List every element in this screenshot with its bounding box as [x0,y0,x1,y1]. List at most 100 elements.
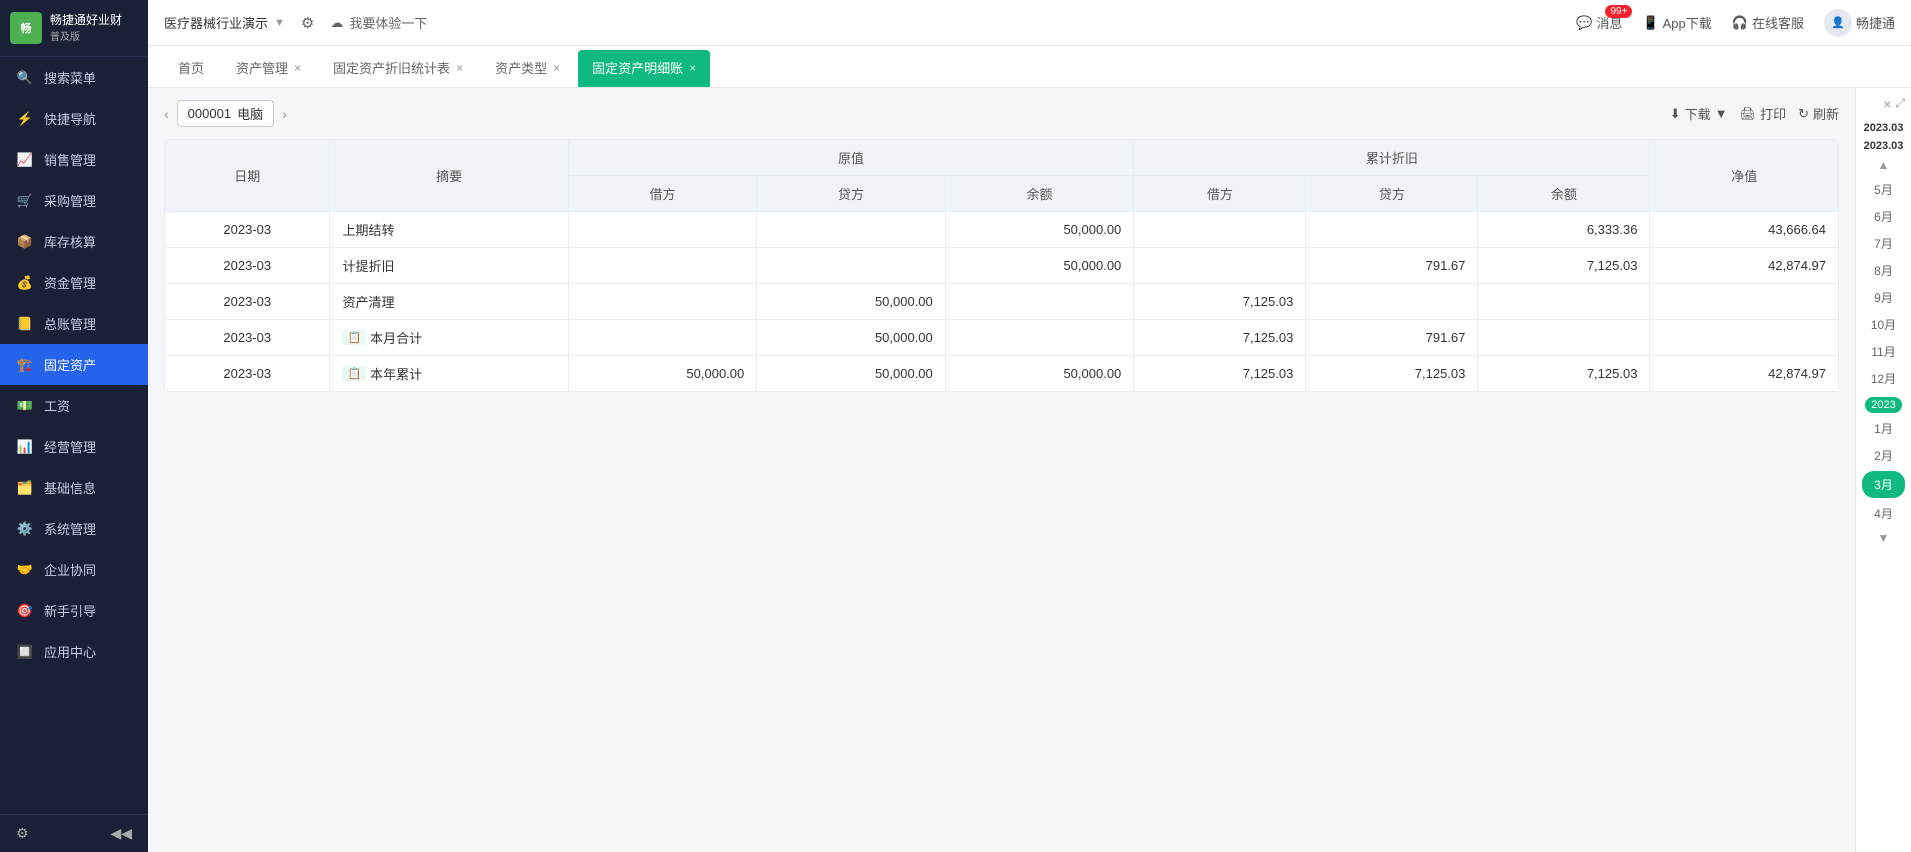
sidebar-item-operations[interactable]: 📊经营管理 [0,426,148,467]
sidebar-item-system[interactable]: ⚙️系统管理 [0,508,148,549]
logo-area: 畅 畅捷通好业财 普及版 [0,0,148,57]
year-2023-badge[interactable]: 2023 [1865,397,1901,413]
timeline-expand-btn[interactable]: ⤢ [1895,96,1905,112]
td-orig-balance: 50,000.00 [945,212,1134,248]
collapse-icon[interactable]: ◀◀ [110,825,132,842]
tab-home[interactable]: 首页 [164,50,218,87]
timeline-month-2023-2月[interactable]: 2月 [1856,442,1911,469]
app-download-btn[interactable]: 📱 App下载 [1642,13,1711,32]
settings-icon[interactable]: ⚙ [16,825,29,842]
table-row: 2023-03 上期结转 50,000.00 6,333.36 43,666.6… [165,212,1839,248]
sidebar-label-fixed_assets: 固定资产 [44,355,96,374]
tab-close-depreciation_stat[interactable]: × [456,61,463,75]
td-orig-balance [945,284,1134,320]
fixed_assets-icon: 🏗️ [16,356,34,374]
td-net-value: 42,874.97 [1650,356,1839,392]
app-download-icon: 📱 [1642,15,1658,31]
sidebar-item-collab[interactable]: 🤝企业协同 [0,549,148,590]
sidebar-item-basics[interactable]: 🗂️基础信息 [0,467,148,508]
tab-asset_detail[interactable]: 固定资产明细账× [578,50,710,87]
tab-depreciation_stat[interactable]: 固定资产折旧统计表× [319,50,477,87]
company-selector[interactable]: 医疗器械行业演示 ▼ [164,13,285,32]
timeline-month-2023-4月[interactable]: 4月 [1856,500,1911,527]
td-orig-credit [757,248,946,284]
user-area[interactable]: 👤 畅捷通 [1824,9,1895,37]
sidebar-item-inventory[interactable]: 📦库存核算 [0,221,148,262]
sidebar-item-fixed_assets[interactable]: 🏗️ 固定资产 [0,344,148,385]
timeline-month[interactable]: 9月 [1856,284,1911,311]
sidebar-item-app_center[interactable]: 🔲应用中心 [0,631,148,672]
asset-badge: 000001 电脑 [177,100,274,127]
prev-asset-btn[interactable]: ‹ [164,106,169,122]
sidebar-item-quick_nav[interactable]: ⚡快捷导航 [0,98,148,139]
tab-asset_type[interactable]: 资产类型× [481,50,574,87]
timeline-top-date2: 2023.03 [1856,136,1911,154]
message-btn[interactable]: 💬 消息 99+ [1576,13,1622,32]
timeline-close-btn[interactable]: × [1883,96,1891,112]
timeline-month[interactable]: 5月 [1856,176,1911,203]
download-btn[interactable]: ⬇ 下载 ▼ [1670,104,1728,123]
timeline-top-date1: 2023.03 [1856,118,1911,136]
timeline-month[interactable]: 10月 [1856,311,1911,338]
timeline-next-btn[interactable]: ▼ [1878,527,1890,549]
gear-icon[interactable]: ⚙ [301,14,314,32]
timeline-month[interactable]: 11月 [1856,338,1911,365]
tab-asset_mgmt[interactable]: 资产管理× [222,50,315,87]
ledger-icon: 📒 [16,315,34,333]
operations-icon: 📊 [16,438,34,456]
th-date: 日期 [165,140,330,212]
timeline-2023-months: 1月2月3月4月 [1856,415,1911,527]
next-asset-btn[interactable]: › [282,106,287,122]
sidebar-item-search[interactable]: 🔍搜索菜单 [0,57,148,98]
tab-close-asset_mgmt[interactable]: × [294,61,301,75]
sidebar-label-payroll: 工资 [44,396,70,415]
timeline-month[interactable]: 12月 [1856,365,1911,392]
table-row: 2023-03 📋本月合计 50,000.00 7,125.03 791.67 [165,320,1839,356]
timeline-month[interactable]: 7月 [1856,230,1911,257]
timeline-month-2023-1月[interactable]: 1月 [1856,415,1911,442]
download-icon: ⬇ [1670,106,1681,122]
td-summary: 计提折旧 [330,248,568,284]
th-summary: 摘要 [330,140,568,212]
th-orig-balance: 余额 [945,176,1134,212]
subnav-actions: ⬇ 下载 ▼ 🖨 打印 ↻ 刷新 [1670,104,1839,123]
experience-icon: ☁ [330,15,343,31]
td-acc-credit: 7,125.03 [1306,356,1478,392]
td-acc-balance: 7,125.03 [1478,248,1650,284]
th-acc-credit: 贷方 [1306,176,1478,212]
sidebar-label-quick_nav: 快捷导航 [44,109,96,128]
print-btn[interactable]: 🖨 打印 [1740,104,1787,123]
th-orig-debit: 借方 [568,176,757,212]
experience-label: 我要体验一下 [349,13,427,32]
timeline-month-2023-3月[interactable]: 3月 [1862,471,1905,498]
sidebar-item-sales[interactable]: 📈销售管理 [0,139,148,180]
sidebar-label-collab: 企业协同 [44,560,96,579]
td-date: 2023-03 [165,356,330,392]
td-orig-debit: 50,000.00 [568,356,757,392]
online-service-btn[interactable]: 🎧 在线客服 [1732,13,1804,32]
sidebar-item-guide[interactable]: 🎯新手引导 [0,590,148,631]
company-name: 医疗器械行业演示 [164,13,268,32]
timeline-prev-btn[interactable]: ▲ [1878,154,1890,176]
sidebar-item-finance[interactable]: 💰资金管理 [0,262,148,303]
print-icon: 🖨 [1740,106,1757,122]
td-acc-balance: 7,125.03 [1478,356,1650,392]
sidebar: 畅 畅捷通好业财 普及版 🔍搜索菜单⚡快捷导航📈销售管理🛒采购管理📦库存核算💰资… [0,0,148,852]
sidebar-item-ledger[interactable]: 📒总账管理 [0,303,148,344]
th-accumulated-depreciation: 累计折旧 [1134,140,1650,176]
timeline-month[interactable]: 8月 [1856,257,1911,284]
timeline-month[interactable]: 6月 [1856,203,1911,230]
tab-close-asset_detail[interactable]: × [689,61,696,75]
td-summary: 📋本月合计 [330,320,568,356]
sidebar-item-payroll[interactable]: 💵工资 [0,385,148,426]
logo-sub: 普及版 [50,28,122,43]
refresh-btn[interactable]: ↻ 刷新 [1798,104,1839,123]
tab-close-asset_type[interactable]: × [553,61,560,75]
td-acc-credit [1306,212,1478,248]
td-orig-debit [568,248,757,284]
sidebar-label-basics: 基础信息 [44,478,96,497]
sidebar-item-purchase[interactable]: 🛒采购管理 [0,180,148,221]
main-area: 医疗器械行业演示 ▼ ⚙ ☁ 我要体验一下 💬 消息 99+ 📱 App下载 🎧… [148,0,1911,852]
experience-btn[interactable]: ☁ 我要体验一下 [330,13,427,32]
td-acc-debit: 7,125.03 [1134,284,1306,320]
